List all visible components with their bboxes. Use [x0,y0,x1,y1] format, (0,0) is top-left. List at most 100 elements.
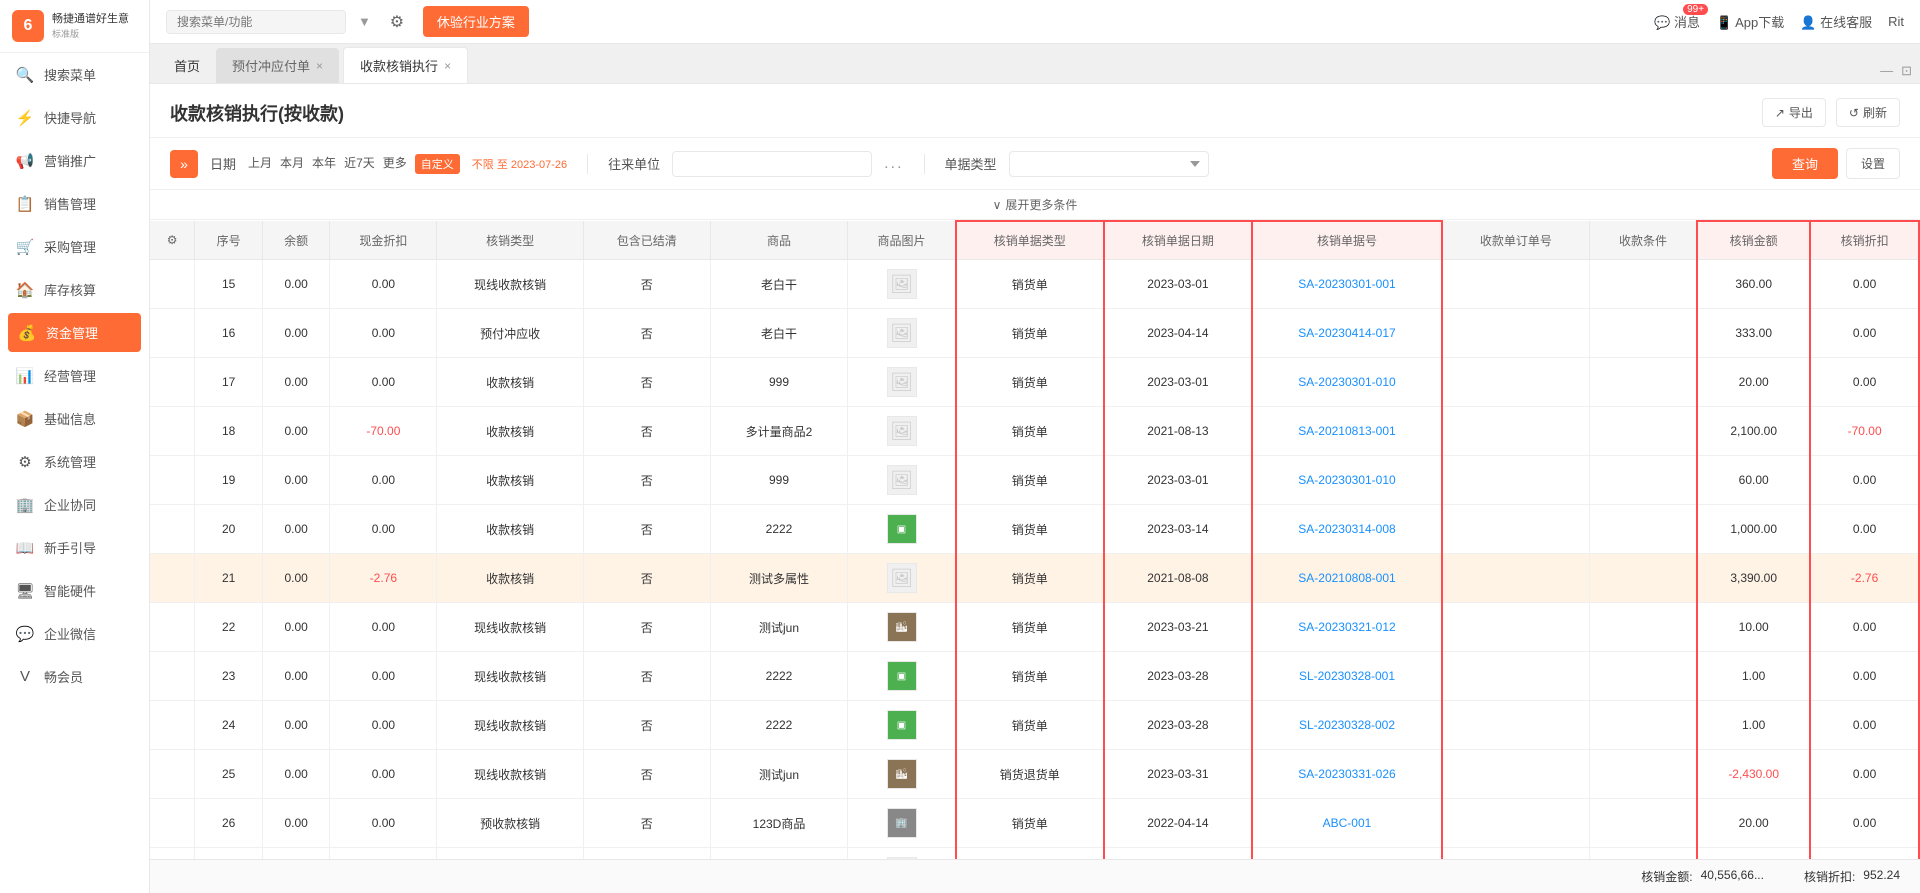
sidebar-item-quicknav[interactable]: ⚡ 快捷导航 [0,96,149,139]
tab-prepay[interactable]: 预付冲应付单 × [216,48,339,83]
top-header: ▼ ⚙ 休验行业方案 💬 消息 99+ 📱 App下载 👤 在线客服 Rit [150,0,1920,44]
cell-verify-slip-no[interactable]: SA-20230331-026 [1252,750,1442,799]
cell-verify-slip-no[interactable]: ABC-001 [1252,799,1442,848]
cell-include-settled: 否 [583,456,710,505]
date-label: 日期 [210,154,236,173]
sidebar-item-guide[interactable]: 📖 新手引导 [0,526,149,569]
filter-settings-button[interactable]: 设置 [1846,148,1900,179]
filter-toggle-button[interactable]: » [170,150,198,178]
expand-arrow-icon: ∨ [993,198,1002,212]
date-this-year[interactable]: 本年 [312,154,336,174]
sidebar-item-stock[interactable]: 🏠 库存核算 [0,268,149,311]
cell-checkbox [150,260,195,309]
refresh-button[interactable]: ↺ 刷新 [1836,98,1900,127]
sidebar-item-finance[interactable]: 💰 资金管理 [8,313,141,352]
operations-icon: 📊 [16,367,34,385]
table-row: 27 0.00 0.00 现线收款核销 否 衣服00001 🖼 销货单 2023… [150,848,1919,860]
sidebar-item-member[interactable]: V 畅会员 [0,655,149,698]
custom-date-badge[interactable]: 自定义 [415,154,460,174]
slip-no-link[interactable]: ABC-001 [1323,816,1372,830]
sidebar-item-hardware[interactable]: 🖥 智能硬件 [0,569,149,612]
tab-collect-close[interactable]: × [444,59,451,73]
cell-checkbox [150,701,195,750]
cell-collect-condition [1589,652,1697,701]
dropdown-arrow-icon[interactable]: ▼ [358,14,371,29]
app-download-link[interactable]: 📱 App下载 [1716,12,1784,31]
query-button[interactable]: 查询 [1772,148,1838,179]
tab-collect[interactable]: 收款核销执行 × [343,47,468,83]
tab-home[interactable]: 首页 [158,48,216,83]
slip-no-link[interactable]: SA-20210813-001 [1298,424,1395,438]
date-last-month[interactable]: 上月 [248,154,272,174]
cell-verify-slip-no[interactable]: SA-20230314-008 [1252,505,1442,554]
cell-verify-type: 预收款核销 [437,799,584,848]
from-unit-input[interactable] [672,151,872,177]
sidebar-item-system[interactable]: ⚙ 系统管理 [0,440,149,483]
sidebar-item-enterprise[interactable]: 🏢 企业协同 [0,483,149,526]
slip-no-link[interactable]: SA-20230301-010 [1298,375,1395,389]
top-search-input[interactable] [166,10,346,34]
cell-verify-slip-no[interactable]: SA-20210808-001 [1252,554,1442,603]
tab-prepay-label: 预付冲应付单 [232,56,310,75]
export-button[interactable]: ↗ 导出 [1762,98,1826,127]
cell-collect-order-no [1442,358,1589,407]
tab-prepay-close[interactable]: × [316,59,323,73]
cell-verify-slip-no[interactable]: SA-20230301-010 [1252,456,1442,505]
date-this-month[interactable]: 本月 [280,154,304,174]
cell-goods: 2222 [710,701,848,750]
cell-collect-condition [1589,701,1697,750]
cell-checkbox [150,652,195,701]
cell-verify-slip-type: 销货单 [956,358,1104,407]
cell-verify-slip-type: 销货单 [956,554,1104,603]
col-verify-discount: 核销折扣 [1810,221,1919,260]
user-name[interactable]: Rit [1888,14,1904,29]
table-settings-icon[interactable]: ⚙ [167,233,178,247]
cell-verify-slip-no[interactable]: SA-20230321-012 [1252,603,1442,652]
cell-verify-amount: 60.00 [1697,456,1810,505]
cell-goods-img: 🖼 [848,260,956,309]
sidebar-label-wechat: 企业微信 [44,624,96,643]
slip-no-link[interactable]: SA-20230314-008 [1298,522,1395,536]
cell-verify-slip-no[interactable]: SL-20230328-002 [1252,701,1442,750]
cell-balance: 0.00 [262,309,330,358]
slip-no-link[interactable]: SA-20230301-001 [1298,277,1395,291]
sidebar-item-operations[interactable]: 📊 经营管理 [0,354,149,397]
sidebar-item-search[interactable]: 🔍 搜索菜单 [0,53,149,96]
cell-goods: 衣服00001 [710,848,848,860]
page-title: 收款核销执行(按收款) [170,100,344,126]
expand-conditions-bar[interactable]: ∨ 展开更多条件 [150,190,1920,220]
sidebar-item-purchase[interactable]: 🛒 采购管理 [0,225,149,268]
slip-no-link[interactable]: SA-20230414-017 [1298,326,1395,340]
minimize-icon[interactable]: — [1880,63,1893,79]
industry-solution-button[interactable]: 休验行业方案 [423,6,529,37]
sidebar-label-purchase: 采购管理 [44,237,96,256]
cell-verify-slip-no[interactable]: SL-20230408-001 [1252,848,1442,860]
slip-no-link[interactable]: SA-20230331-026 [1298,767,1395,781]
date-last-7days[interactable]: 近7天 [344,154,375,174]
cell-collect-order-no [1442,260,1589,309]
cell-verify-slip-no[interactable]: SL-20230328-001 [1252,652,1442,701]
cell-verify-slip-no[interactable]: SA-20210813-001 [1252,407,1442,456]
slip-no-link[interactable]: SL-20230328-001 [1299,669,1395,683]
sidebar-item-marketing[interactable]: 📢 营销推广 [0,139,149,182]
cell-include-settled: 否 [583,260,710,309]
cell-verify-slip-no[interactable]: SA-20230301-010 [1252,358,1442,407]
slip-no-link[interactable]: SA-20210808-001 [1298,571,1395,585]
slip-no-link[interactable]: SL-20230328-002 [1299,718,1395,732]
slip-no-link[interactable]: SA-20230301-010 [1298,473,1395,487]
maximize-icon[interactable]: ⊡ [1901,63,1912,79]
col-settings[interactable]: ⚙ [150,221,195,260]
slip-type-select[interactable] [1009,151,1209,177]
sidebar-item-basic[interactable]: 📦 基础信息 [0,397,149,440]
settings-icon[interactable]: ⚙ [383,8,411,36]
sidebar-item-sales[interactable]: 📋 销售管理 [0,182,149,225]
date-more[interactable]: 更多 [383,154,407,174]
cell-verify-slip-no[interactable]: SA-20230414-017 [1252,309,1442,358]
sidebar-item-wechat[interactable]: 💬 企业微信 [0,612,149,655]
slip-no-link[interactable]: SA-20230321-012 [1298,620,1395,634]
online-service-link[interactable]: 👤 在线客服 [1800,12,1872,31]
message-badge[interactable]: 💬 消息 99+ [1654,12,1700,31]
cell-verify-slip-no[interactable]: SA-20230301-001 [1252,260,1442,309]
cell-verify-slip-date: 2022-04-14 [1104,799,1252,848]
cell-balance: 0.00 [262,260,330,309]
